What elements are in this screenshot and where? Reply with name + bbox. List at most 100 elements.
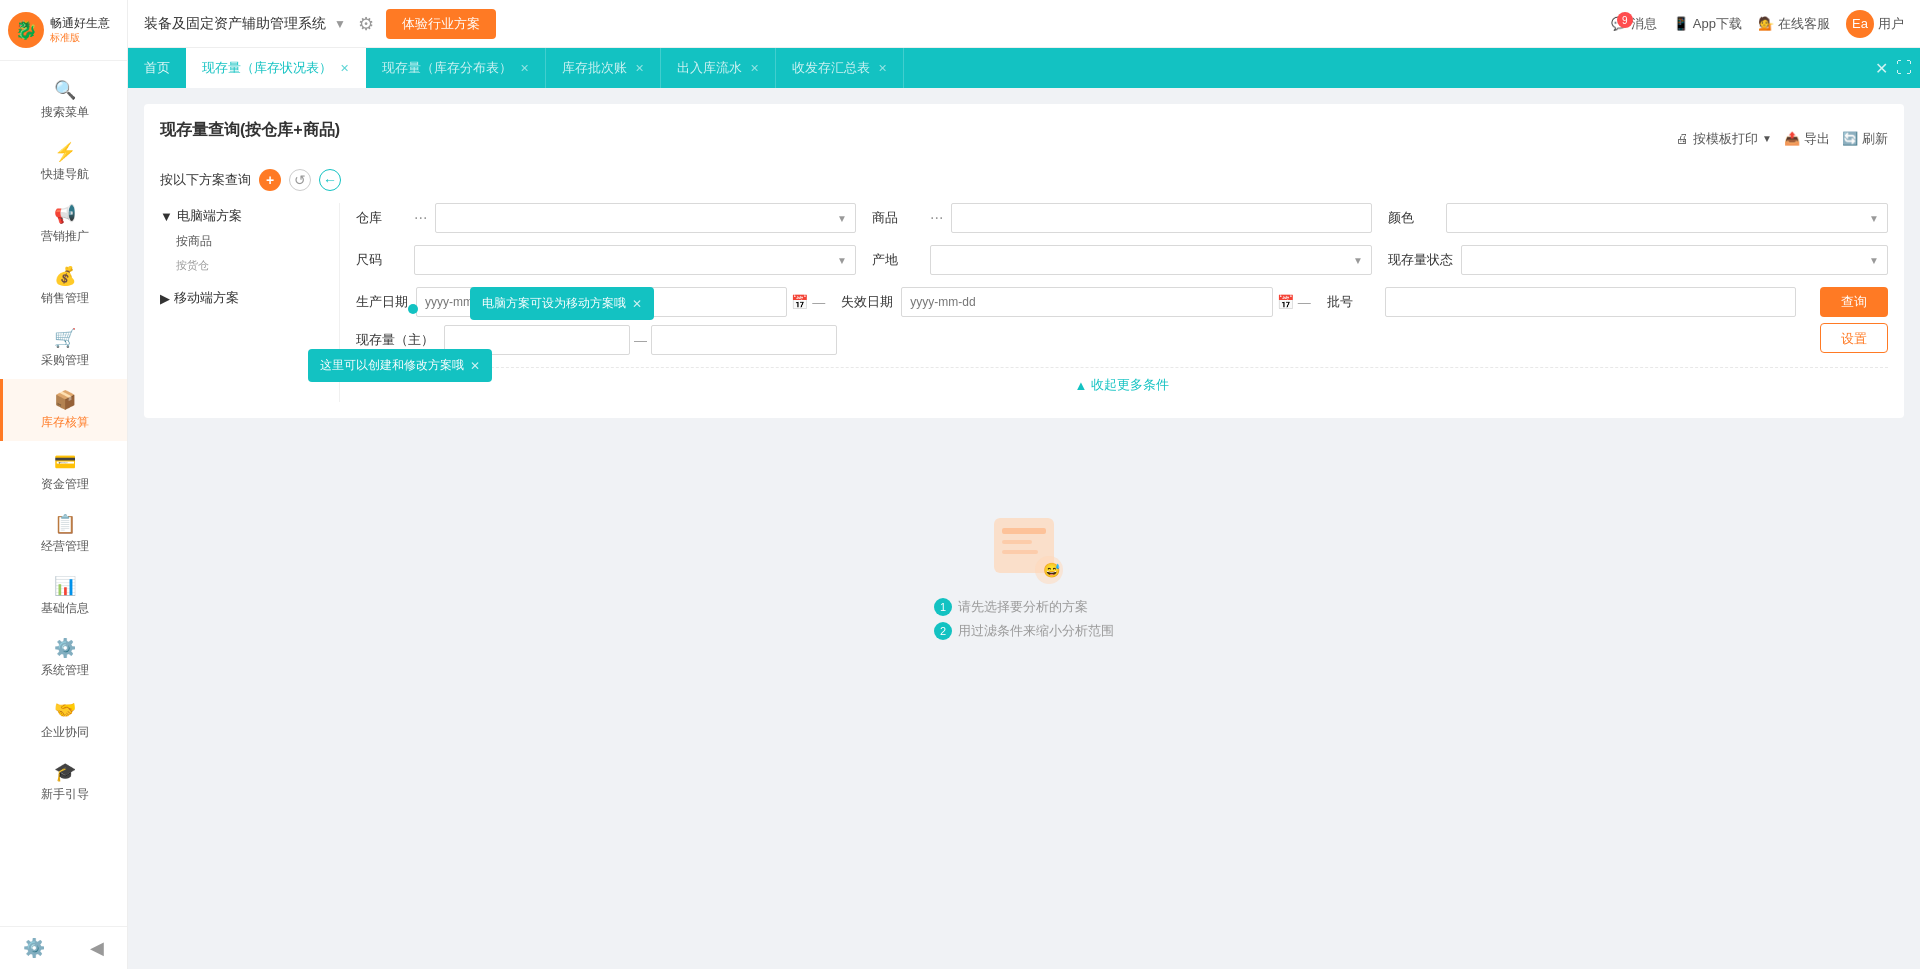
query-button[interactable]: 查询 <box>1820 287 1888 317</box>
sidebar-item-system[interactable]: ⚙️ 系统管理 <box>0 627 127 689</box>
collapse-icon: ▲ <box>1075 378 1088 393</box>
system-icon: ⚙️ <box>54 637 76 659</box>
scheme-item-by-warehouse[interactable]: 按货仓 <box>160 254 331 277</box>
app-download-button[interactable]: 📱 App下载 <box>1673 15 1742 33</box>
support-label: 在线客服 <box>1778 15 1830 33</box>
stock-status-select-arrow: ▼ <box>1869 255 1879 266</box>
sidebar-item-guide[interactable]: 🎓 新手引导 <box>0 751 127 813</box>
svg-rect-2 <box>1002 540 1032 544</box>
tab-home[interactable]: 首页 <box>128 48 186 88</box>
tab-close-receive-summary[interactable]: ✕ <box>878 62 887 75</box>
scheme-group-mobile-arrow: ▶ <box>160 291 170 306</box>
expiry-date-wrap: 📅 — <box>901 287 1310 317</box>
purchase-icon: 🛒 <box>54 327 76 349</box>
scheme-group-desktop-toggle[interactable]: ▼ 电脑端方案 <box>160 203 331 229</box>
sidebar-item-marketing[interactable]: 📢 营销推广 <box>0 193 127 255</box>
product-label: 商品 <box>872 209 922 227</box>
filter-field-batch: 批号 <box>1327 287 1796 317</box>
batch-label: 批号 <box>1327 293 1377 311</box>
tab-fullscreen-icon[interactable]: ⛶ <box>1896 59 1912 77</box>
edit-tooltip-close[interactable]: ✕ <box>470 359 480 373</box>
toolbar-row: 现存量查询(按仓库+商品) 🖨 按模板打印 ▼ 📤 导出 🔄 刷新 <box>160 120 1888 157</box>
sidebar-item-enterprise[interactable]: 🤝 企业协同 <box>0 689 127 751</box>
warehouse-select[interactable]: ▼ <box>435 203 856 233</box>
system-select[interactable]: 装备及固定资产辅助管理系统 ▼ <box>144 15 346 33</box>
size-label: 尺码 <box>356 251 406 269</box>
back-scheme-button[interactable]: ← <box>319 169 341 191</box>
toolbar-right: 🖨 按模板打印 ▼ 📤 导出 🔄 刷新 <box>1676 130 1888 148</box>
scheme-group-mobile-toggle[interactable]: ▶ 移动端方案 <box>160 285 331 311</box>
sidebar-item-quick[interactable]: ⚡ 快捷导航 <box>0 131 127 193</box>
enterprise-icon: 🤝 <box>54 699 76 721</box>
settings-bottom-icon[interactable]: ⚙️ <box>23 937 45 959</box>
tab-close-all-icon[interactable]: ✕ <box>1875 59 1888 78</box>
page-title: 现存量查询(按仓库+商品) <box>160 120 340 141</box>
scheme-item-by-product[interactable]: 按商品 <box>160 229 331 254</box>
tab-receive-summary[interactable]: 收发存汇总表 ✕ <box>776 48 904 88</box>
size-select-arrow: ▼ <box>837 255 847 266</box>
stock-status-select[interactable]: ▼ <box>1461 245 1888 275</box>
operation-icon: 📋 <box>54 513 76 535</box>
filter-field-warehouse: 仓库 ··· ▼ <box>356 203 856 233</box>
empty-illustration: 😅 <box>964 498 1084 598</box>
refresh-button[interactable]: 🔄 刷新 <box>1842 130 1888 148</box>
svg-rect-3 <box>1002 550 1038 554</box>
filter-field-product: 商品 ··· <box>872 203 1372 233</box>
collapse-row[interactable]: ▲ 收起更多条件 <box>356 367 1888 402</box>
message-button[interactable]: 💬 9 消息 <box>1611 15 1657 33</box>
trial-button[interactable]: 体验行业方案 <box>386 9 496 39</box>
tab-close-batch-account[interactable]: ✕ <box>635 62 644 75</box>
color-select[interactable]: ▼ <box>1446 203 1888 233</box>
sidebar-logo: 🐉 畅通好生意 标准版 <box>0 0 127 61</box>
tab-inventory-dist[interactable]: 现存量（库存分布表） ✕ <box>366 48 546 88</box>
prod-date-dash: — <box>812 295 825 310</box>
export-button[interactable]: 📤 导出 <box>1784 130 1830 148</box>
print-button[interactable]: 🖨 按模板打印 ▼ <box>1676 130 1772 148</box>
sidebar-item-finance[interactable]: 💳 资金管理 <box>0 441 127 503</box>
finance-icon: 💳 <box>54 451 76 473</box>
collapse-sidebar-icon[interactable]: ◀ <box>90 937 104 959</box>
topbar-right: 💬 9 消息 📱 App下载 💁 在线客服 Ea 用户 <box>1611 10 1904 38</box>
tab-close-inout-flow[interactable]: ✕ <box>750 62 759 75</box>
topbar-settings-icon[interactable]: ⚙ <box>358 13 374 35</box>
size-select[interactable]: ▼ <box>414 245 856 275</box>
basic-icon: 📊 <box>54 575 76 597</box>
filter-row-4: 现存量（主） — <box>356 325 1796 355</box>
tab-close-inventory-dist[interactable]: ✕ <box>520 62 529 75</box>
stock-qty-max[interactable] <box>651 325 837 355</box>
expiry-date-from[interactable] <box>901 287 1272 317</box>
prod-date-calendar-icon[interactable]: 📅 <box>791 294 808 310</box>
sidebar-item-search[interactable]: 🔍 搜索菜单 <box>0 69 127 131</box>
refresh-scheme-button[interactable]: ↺ <box>289 169 311 191</box>
sidebar-item-purchase[interactable]: 🛒 采购管理 <box>0 317 127 379</box>
search-icon: 🔍 <box>54 79 76 101</box>
tip-num-2: 2 <box>934 622 952 640</box>
edit-tooltip-text: 这里可以创建和修改方案哦 <box>320 357 464 374</box>
tab-batch-account[interactable]: 库存批次账 ✕ <box>546 48 661 88</box>
empty-state: 😅 1 请先选择要分析的方案 2 用过滤条件来缩小分析范围 <box>144 418 1904 726</box>
sidebar-item-operation[interactable]: 📋 经营管理 <box>0 503 127 565</box>
user-label: 用户 <box>1878 15 1904 33</box>
origin-select[interactable]: ▼ <box>930 245 1372 275</box>
scheme-tooltip: 电脑方案可设为移动方案哦 ✕ <box>470 287 654 320</box>
sidebar-item-inventory[interactable]: 📦 库存核算 <box>0 379 127 441</box>
filter-field-origin: 产地 ▼ <box>872 245 1372 275</box>
user-avatar: Ea <box>1846 10 1874 38</box>
batch-input[interactable] <box>1385 287 1796 317</box>
expiry-date-calendar-icon[interactable]: 📅 <box>1277 294 1294 310</box>
tab-inout-flow[interactable]: 出入库流水 ✕ <box>661 48 776 88</box>
user-menu[interactable]: Ea 用户 <box>1846 10 1904 38</box>
add-scheme-button[interactable]: + <box>259 169 281 191</box>
tab-inventory-status[interactable]: 现存量（库存状况表） ✕ <box>186 48 366 88</box>
export-icon: 📤 <box>1784 131 1800 146</box>
online-support-button[interactable]: 💁 在线客服 <box>1758 15 1830 33</box>
scheme-tooltip-close[interactable]: ✕ <box>632 297 642 311</box>
stock-status-label: 现存量状态 <box>1388 251 1453 269</box>
sidebar-item-sales[interactable]: 💰 销售管理 <box>0 255 127 317</box>
print-icon: 🖨 <box>1676 131 1689 146</box>
support-icon: 💁 <box>1758 16 1774 31</box>
tab-close-inventory-status[interactable]: ✕ <box>340 62 349 75</box>
settings-button[interactable]: 设置 <box>1820 323 1888 353</box>
sidebar-item-basic[interactable]: 📊 基础信息 <box>0 565 127 627</box>
product-input[interactable] <box>951 203 1372 233</box>
